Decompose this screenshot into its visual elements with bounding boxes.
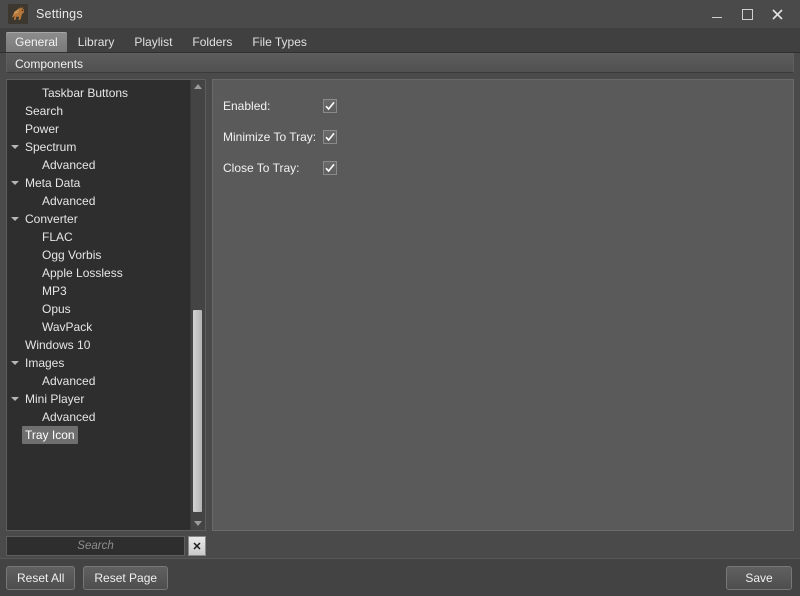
tree-item-label: Images [25, 356, 65, 370]
option-label-close-to-tray: Close To Tray: [223, 160, 300, 175]
app-horse-icon [8, 4, 28, 24]
tree-item-label: MP3 [42, 284, 67, 298]
options-panel: Enabled: Minimize To Tray: Close To Tray… [212, 79, 794, 531]
component-tree-panel: Taskbar Buttons Search Power Spectrum Advanc… [6, 79, 206, 531]
footer-bar: Reset All Reset Page Save [0, 558, 800, 596]
tree-item-images[interactable]: Images [7, 354, 191, 372]
tree-item-label: Spectrum [25, 140, 77, 154]
option-row-close-to-tray: Close To Tray: [223, 152, 793, 183]
tree-item-label: Search [25, 104, 64, 118]
tree-item-label: Tray Icon [22, 426, 78, 444]
scrollbar-thumb[interactable] [193, 309, 202, 512]
chevron-down-icon[interactable] [11, 181, 19, 185]
tree-item-label: Mini Player [25, 392, 85, 406]
tree-item-converter[interactable]: Converter [7, 210, 191, 228]
tree-item-label: Advanced [42, 158, 96, 172]
tab-playlist[interactable]: Playlist [125, 32, 181, 52]
tree-item-label: Converter [25, 212, 78, 226]
window-title: Settings [36, 7, 83, 21]
minimize-button[interactable] [702, 0, 732, 28]
tree-item-wavpack[interactable]: WavPack [7, 318, 191, 336]
tree-item-label: Ogg Vorbis [42, 248, 102, 262]
tab-library[interactable]: Library [69, 32, 124, 52]
chevron-down-icon[interactable] [11, 145, 19, 149]
tree-item-label: Apple Lossless [42, 266, 123, 280]
tree-item-power[interactable]: Power [7, 120, 191, 138]
tree-item-label: Windows 10 [25, 338, 91, 352]
tree-item-opus[interactable]: Opus [7, 300, 191, 318]
tree-item-label: WavPack [42, 320, 93, 334]
tree-item-spectrum[interactable]: Spectrum [7, 138, 191, 156]
tree-item-flac[interactable]: FLAC [7, 228, 191, 246]
settings-body: Taskbar Buttons Search Power Spectrum Advanc… [0, 73, 800, 558]
search-row: ✕ [6, 534, 206, 558]
option-label-minimize-to-tray: Minimize To Tray: [223, 129, 317, 144]
tree-item-meta-data[interactable]: Meta Data [7, 174, 191, 192]
reset-all-button[interactable]: Reset All [6, 565, 76, 590]
tree-item-search[interactable]: Search [7, 102, 191, 120]
chevron-down-icon[interactable] [11, 397, 19, 401]
tree-item-advanced[interactable]: Advanced [7, 192, 191, 210]
tree-scrollbar[interactable] [190, 80, 205, 530]
checkbox-close-to-tray[interactable] [323, 160, 337, 175]
tab-bar: General Library Playlist Folders File Ty… [0, 28, 800, 53]
window-controls [702, 0, 800, 28]
tab-file-types[interactable]: File Types [243, 32, 315, 52]
scroll-up-icon[interactable] [191, 80, 205, 93]
tree-item-mp3[interactable]: MP3 [7, 282, 191, 300]
tree-item-advanced[interactable]: Advanced [7, 372, 191, 390]
check-icon [325, 132, 335, 141]
close-button[interactable] [762, 0, 792, 28]
check-icon [325, 163, 335, 172]
option-row-minimize-to-tray: Minimize To Tray: [223, 121, 793, 152]
tree-item-label: Advanced [42, 194, 96, 208]
tab-folders[interactable]: Folders [183, 32, 241, 52]
tree-item-tray-icon[interactable]: Tray Icon [7, 426, 191, 444]
tree-item-ogg-vorbis[interactable]: Ogg Vorbis [7, 246, 191, 264]
tree-item-label: Taskbar Buttons [42, 86, 129, 100]
maximize-button[interactable] [732, 0, 762, 28]
tree-item-label: Power [25, 122, 60, 136]
tree-item-windows-10[interactable]: Windows 10 [7, 336, 191, 354]
settings-window: Settings General Library Playlist Folder… [0, 0, 800, 596]
chevron-down-icon[interactable] [11, 361, 19, 365]
check-icon [325, 101, 335, 110]
tree-item-label: Meta Data [25, 176, 81, 190]
tree-item-label: Advanced [42, 410, 96, 424]
close-icon [771, 8, 783, 20]
reset-page-button[interactable]: Reset Page [83, 565, 169, 590]
option-label-enabled: Enabled: [223, 98, 271, 113]
save-button[interactable]: Save [726, 565, 792, 590]
tree-item-advanced[interactable]: Advanced [7, 408, 191, 426]
search-clear-button[interactable]: ✕ [188, 536, 206, 556]
option-row-enabled: Enabled: [223, 90, 793, 121]
left-column: Taskbar Buttons Search Power Spectrum Advanc… [6, 79, 206, 558]
search-input[interactable] [6, 536, 185, 556]
tree-item-advanced[interactable]: Advanced [7, 156, 191, 174]
section-title-components: Components [6, 53, 794, 73]
tab-general[interactable]: General [6, 32, 67, 52]
tree-item-label: Opus [42, 302, 71, 316]
tree-item-mini-player[interactable]: Mini Player [7, 390, 191, 408]
title-bar: Settings [0, 0, 800, 28]
checkbox-enabled[interactable] [323, 98, 337, 113]
tree-item-apple-lossless[interactable]: Apple Lossless [7, 264, 191, 282]
tree-item-label: FLAC [42, 230, 73, 244]
chevron-down-icon[interactable] [11, 217, 19, 221]
scroll-down-icon[interactable] [191, 517, 205, 530]
tree-item-label: Advanced [42, 374, 96, 388]
tree-item-taskbar-buttons[interactable]: Taskbar Buttons [7, 84, 191, 102]
section-header-strip: Components [0, 53, 800, 73]
checkbox-minimize-to-tray[interactable] [323, 129, 337, 144]
component-tree[interactable]: Taskbar Buttons Search Power Spectrum Advanc… [7, 80, 191, 530]
